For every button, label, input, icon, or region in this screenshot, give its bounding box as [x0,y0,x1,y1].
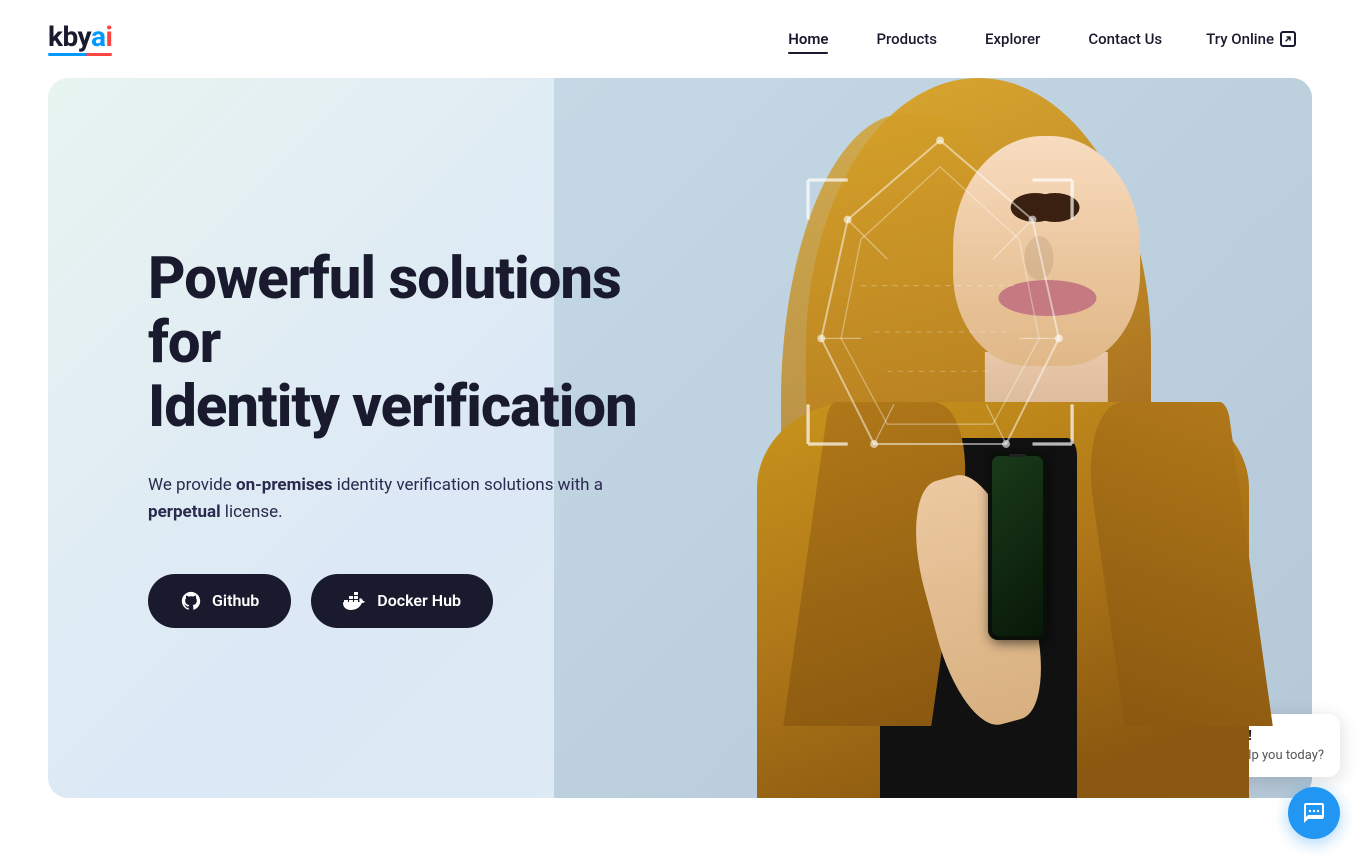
hero-buttons: Github Docker Hub [148,574,643,628]
logo-i: i [105,20,112,53]
hero-section: Powerful solutions for Identity verifica… [48,78,1312,798]
hero-title-line1: Powerful solutions for [148,245,621,377]
logo[interactable]: kbyai [48,23,112,56]
hero-desc-middle: identity verification solutions with a [332,475,603,495]
nav-home[interactable]: Home [768,22,848,56]
logo-underline [48,53,112,56]
github-icon [180,590,202,612]
logo-kby: kby [48,20,91,53]
chat-open-button[interactable] [1288,787,1340,839]
hero-desc-bold1: on-premises [236,475,333,495]
hero-desc-bold2: perpetual [148,502,221,522]
docker-icon [343,590,367,612]
hero-title: Powerful solutions for Identity verifica… [148,248,643,439]
nav-links: Home Products Explorer Contact Us Try On… [768,22,1312,56]
nav-products[interactable]: Products [856,22,957,56]
logo-a: a [91,20,105,53]
external-link-icon [1280,31,1296,47]
docker-label: Docker Hub [377,591,461,610]
hero-desc-suffix: license. [221,502,283,522]
navbar: kbyai Home Products Explorer Contact Us … [0,0,1360,78]
chat-icon [1302,801,1326,825]
github-label: Github [212,591,259,610]
hero-title-line2: Identity verification [148,373,637,441]
nav-contact[interactable]: Contact Us [1068,22,1182,56]
hero-content: Powerful solutions for Identity verifica… [48,168,743,708]
nav-explorer[interactable]: Explorer [965,22,1060,56]
docker-button[interactable]: Docker Hub [311,574,493,628]
hero-description: We provide on-premises identity verifica… [148,472,643,526]
nav-try-online[interactable]: Try Online [1190,22,1312,56]
try-online-label: Try Online [1206,30,1274,48]
github-button[interactable]: Github [148,574,291,628]
hero-desc-prefix: We provide [148,475,236,495]
face-scan-overlay [705,114,1175,510]
